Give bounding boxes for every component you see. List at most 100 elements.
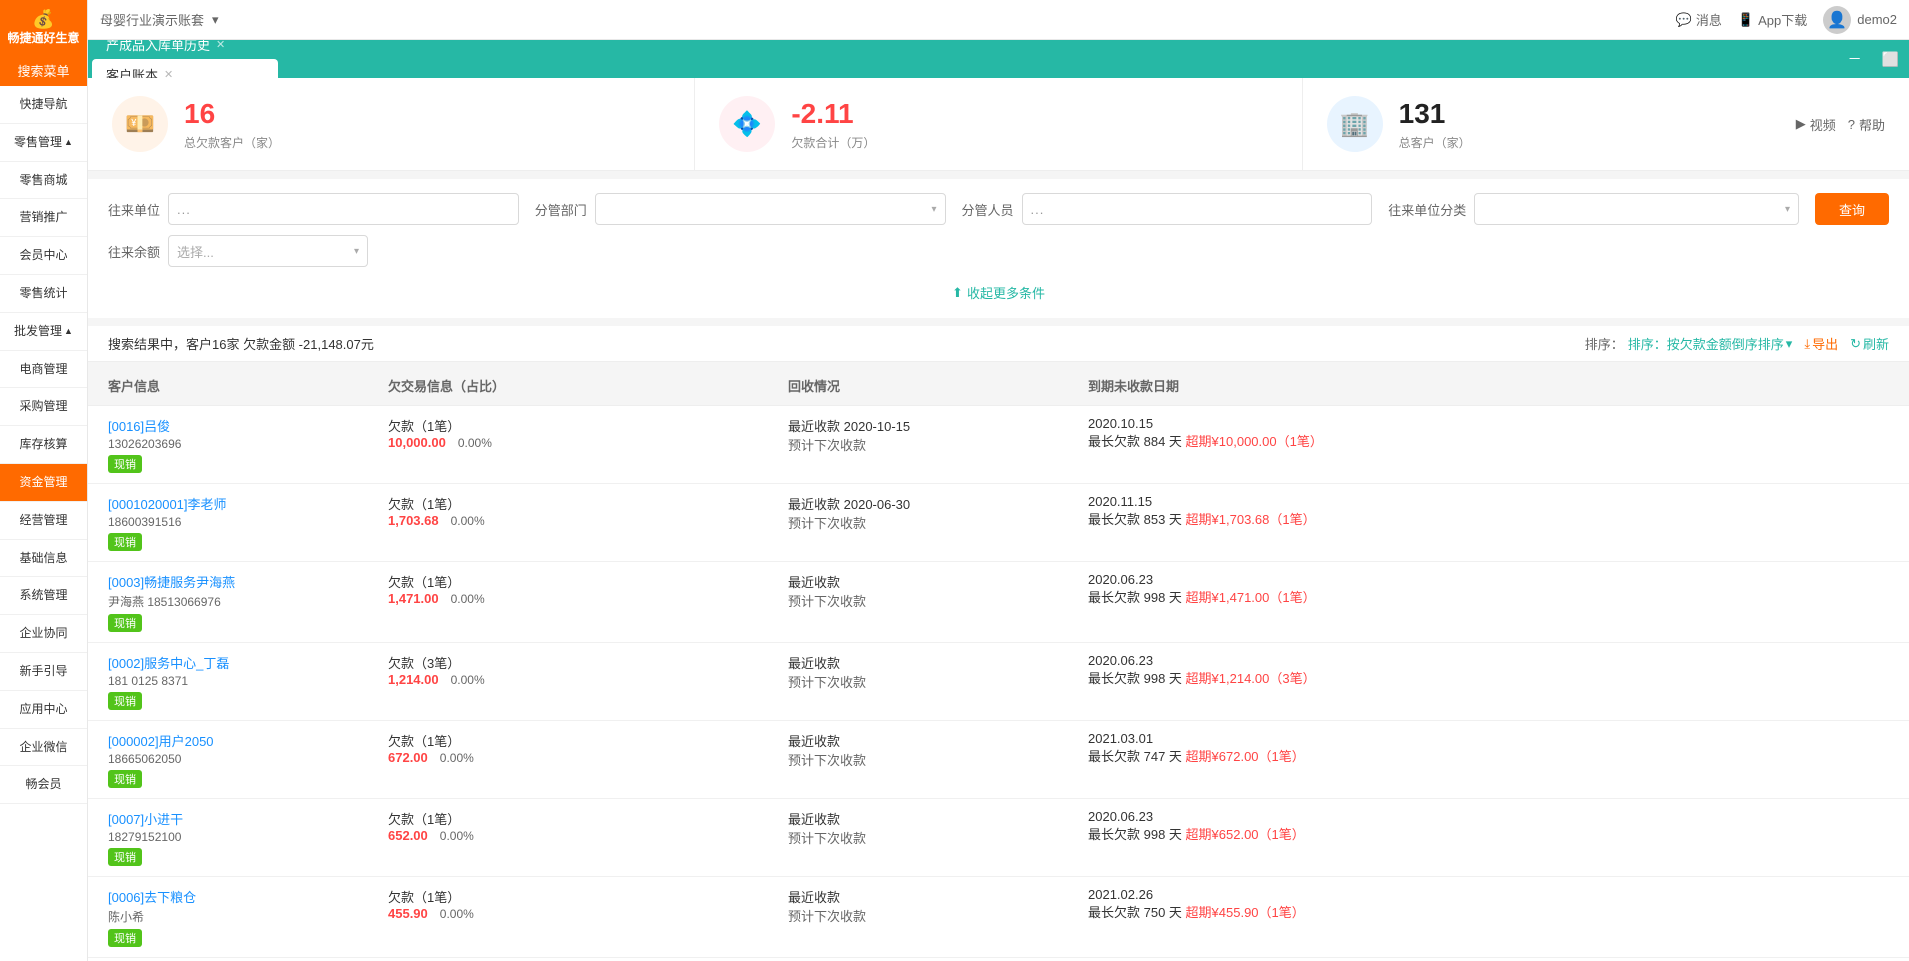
filter-row-1: 往来单位 ... 分管部门 ▾ 分管人员 ... (108, 193, 1889, 225)
person-label: 分管人员 (962, 200, 1014, 219)
sidebar-item-基础信息[interactable]: 基础信息 (0, 540, 87, 578)
overdue-link[interactable]: 超期¥455.90（1笔） (1186, 905, 1305, 920)
customer-name-link[interactable]: [000002]用户2050 (108, 731, 388, 750)
collapse-icon: ⬆ (952, 285, 963, 301)
app-download-btn[interactable]: 📱 App下载 (1738, 10, 1807, 29)
overdue-days: 最长欠款 998 天 (1088, 590, 1186, 605)
debt-amount[interactable]: 10,000.00 (388, 435, 446, 450)
sidebar-item-畅会员[interactable]: 畅会员 (0, 766, 87, 804)
sidebar-item-零售统计[interactable]: 零售统计 (0, 275, 87, 313)
dept-group: 分管部门 ▾ (535, 193, 946, 225)
remaining-select[interactable]: 选择... ▾ (168, 235, 368, 267)
search-menu-btn[interactable]: 搜索菜单 (0, 55, 87, 86)
customer-name-link[interactable]: [0006]去下粮仓 (108, 887, 388, 906)
unit-category-select[interactable]: ▾ (1474, 193, 1799, 225)
tabs-container: 首页商品上下架✕产成品入库单历史✕客户账本✕采购订单统计表✕进货单统计表（按商品… (92, 40, 278, 78)
sidebar-item-零售商城[interactable]: 零售商城 (0, 162, 87, 200)
source-unit-input[interactable]: ... (168, 193, 519, 225)
sidebar-item-企业协同[interactable]: 企业协同 (0, 615, 87, 653)
sort-btn[interactable]: 排序：按欠款金额倒序排序 ▾ (1628, 334, 1793, 353)
topbar-actions: 💬 消息 📱 App下载 👤 demo2 (1676, 6, 1897, 34)
export-icon: ⤓ (1804, 336, 1810, 352)
sidebar-item-批发管理[interactable]: 批发管理▲ (0, 313, 87, 351)
sidebar-item-资金管理[interactable]: 资金管理 (0, 464, 87, 502)
customer-name-link[interactable]: [0002]服务中心_丁磊 (108, 653, 388, 672)
debt-percent: 0.00% (451, 673, 485, 687)
dept-select[interactable]: ▾ (595, 193, 946, 225)
sidebar-item-库存核算[interactable]: 库存核算 (0, 426, 87, 464)
overdue-link[interactable]: 超期¥1,703.68（1笔） (1186, 512, 1316, 527)
overdue-days: 最长欠款 998 天 (1088, 827, 1186, 842)
overdue-link[interactable]: 超期¥652.00（1笔） (1186, 827, 1305, 842)
sidebar-item-经营管理[interactable]: 经营管理 (0, 502, 87, 540)
debt-amount[interactable]: 1,214.00 (388, 672, 439, 687)
stat-value-amount: -2.11 (791, 98, 875, 130)
debt-amount[interactable]: 1,703.68 (388, 513, 439, 528)
stat-icon-total: 🏢 (1327, 96, 1383, 152)
sidebar-item-应用中心[interactable]: 应用中心 (0, 691, 87, 729)
tab-close-icon[interactable]: ✕ (164, 68, 173, 79)
stat-label-customers: 总欠款客户（家） (184, 134, 280, 151)
stat-customers-owed: 💴 16 总欠款客户（家） (88, 78, 695, 170)
due-date-cell: 2021.03.01最长欠款 747 天 超期¥672.00（1笔） (1088, 731, 1889, 765)
debt-percent: 0.00% (451, 592, 485, 606)
customer-sub-info: 陈小希 (108, 908, 388, 925)
overdue-info: 最长欠款 853 天 超期¥1,703.68（1笔） (1088, 509, 1889, 528)
help-btn[interactable]: ? 帮助 (1848, 115, 1885, 134)
user-menu[interactable]: 👤 demo2 (1823, 6, 1897, 34)
stat-info-amount: -2.11 欠款合计（万） (791, 98, 875, 151)
last-date: 2020-10-15 (844, 419, 911, 434)
collapse-btn[interactable]: ⬆ 收起更多条件 (108, 277, 1889, 312)
sidebar-item-会员中心[interactable]: 会员中心 (0, 237, 87, 275)
debt-amount-row: 672.000.00% (388, 750, 788, 765)
customer-tag: 现销 (108, 692, 142, 710)
customer-name-link[interactable]: [0003]畅捷服务尹海燕 (108, 572, 388, 591)
col-due-date: 到期未收款日期 (1088, 376, 1889, 395)
view-video-btn[interactable]: ▶ 视频 (1796, 115, 1836, 134)
sidebar-item-电商管理[interactable]: 电商管理 (0, 351, 87, 389)
message-btn[interactable]: 💬 消息 (1676, 10, 1722, 29)
last-collection: 最近收款 (788, 887, 1088, 906)
debt-amount-row: 1,214.00 0.00% (388, 672, 788, 687)
overdue-info: 最长欠款 998 天 超期¥652.00（1笔） (1088, 824, 1889, 843)
customer-name-link[interactable]: [0001020001]李老师 (108, 494, 388, 513)
sidebar-item-零售管理[interactable]: 零售管理▲ (0, 124, 87, 162)
sidebar-item-采购管理[interactable]: 采购管理 (0, 388, 87, 426)
sort-arrow-icon: ▾ (1786, 336, 1793, 352)
customer-name-link[interactable]: [0016]吕俊 (108, 416, 388, 435)
customer-sub-info: 13026203696 (108, 437, 388, 451)
tab-close-icon[interactable]: ✕ (216, 40, 225, 51)
sidebar-item-企业微信[interactable]: 企业微信 (0, 729, 87, 767)
minimize-btn[interactable]: － (1842, 49, 1868, 69)
main-content: 母婴行业演示账套 ▾ 💬 消息 📱 App下载 👤 demo2 首页商品上下架✕… (88, 0, 1909, 961)
refresh-icon: ↻ (1850, 336, 1861, 352)
dept-arrow-icon: ▾ (931, 204, 936, 215)
overdue-link[interactable]: 超期¥10,000.00（1笔） (1186, 434, 1323, 449)
person-input[interactable]: ... (1022, 193, 1373, 225)
sidebar-item-系统管理[interactable]: 系统管理 (0, 577, 87, 615)
sidebar-item-营销推广[interactable]: 营销推广 (0, 199, 87, 237)
maximize-btn[interactable]: ⬜ (1876, 51, 1905, 68)
debt-amount[interactable]: 672.00 (388, 750, 428, 765)
overdue-link[interactable]: 超期¥1,471.00（1笔） (1186, 590, 1316, 605)
debt-count: 欠款（3笔） (388, 653, 788, 672)
overdue-link[interactable]: 超期¥1,214.00（3笔） (1186, 671, 1316, 686)
repay-cell: 最近收款 2020-10-15预计下次收款 (788, 416, 1088, 454)
stat-actions: ▶ 视频 ? 帮助 (1796, 115, 1885, 134)
due-date: 2020.10.15 (1088, 416, 1889, 431)
tab-产成品入库单历史[interactable]: 产成品入库单历史✕ (92, 40, 278, 59)
debt-amount[interactable]: 455.90 (388, 906, 428, 921)
user-avatar: 👤 (1823, 6, 1851, 34)
tab-客户账本[interactable]: 客户账本✕ (92, 59, 278, 78)
dropdown-icon[interactable]: ▾ (212, 12, 219, 28)
sidebar-item-新手引导[interactable]: 新手引导 (0, 653, 87, 691)
debt-amount[interactable]: 1,471.00 (388, 591, 439, 606)
overdue-link[interactable]: 超期¥672.00（1笔） (1186, 749, 1305, 764)
search-btn[interactable]: 查询 (1815, 193, 1889, 225)
dept-label: 分管部门 (535, 200, 587, 219)
sidebar-item-快捷导航[interactable]: 快捷导航 (0, 86, 87, 124)
export-btn[interactable]: ⤓ 导出 (1804, 334, 1838, 353)
refresh-btn[interactable]: ↻ 刷新 (1850, 334, 1889, 353)
debt-amount[interactable]: 652.00 (388, 828, 428, 843)
customer-name-link[interactable]: [0007]小进干 (108, 809, 388, 828)
